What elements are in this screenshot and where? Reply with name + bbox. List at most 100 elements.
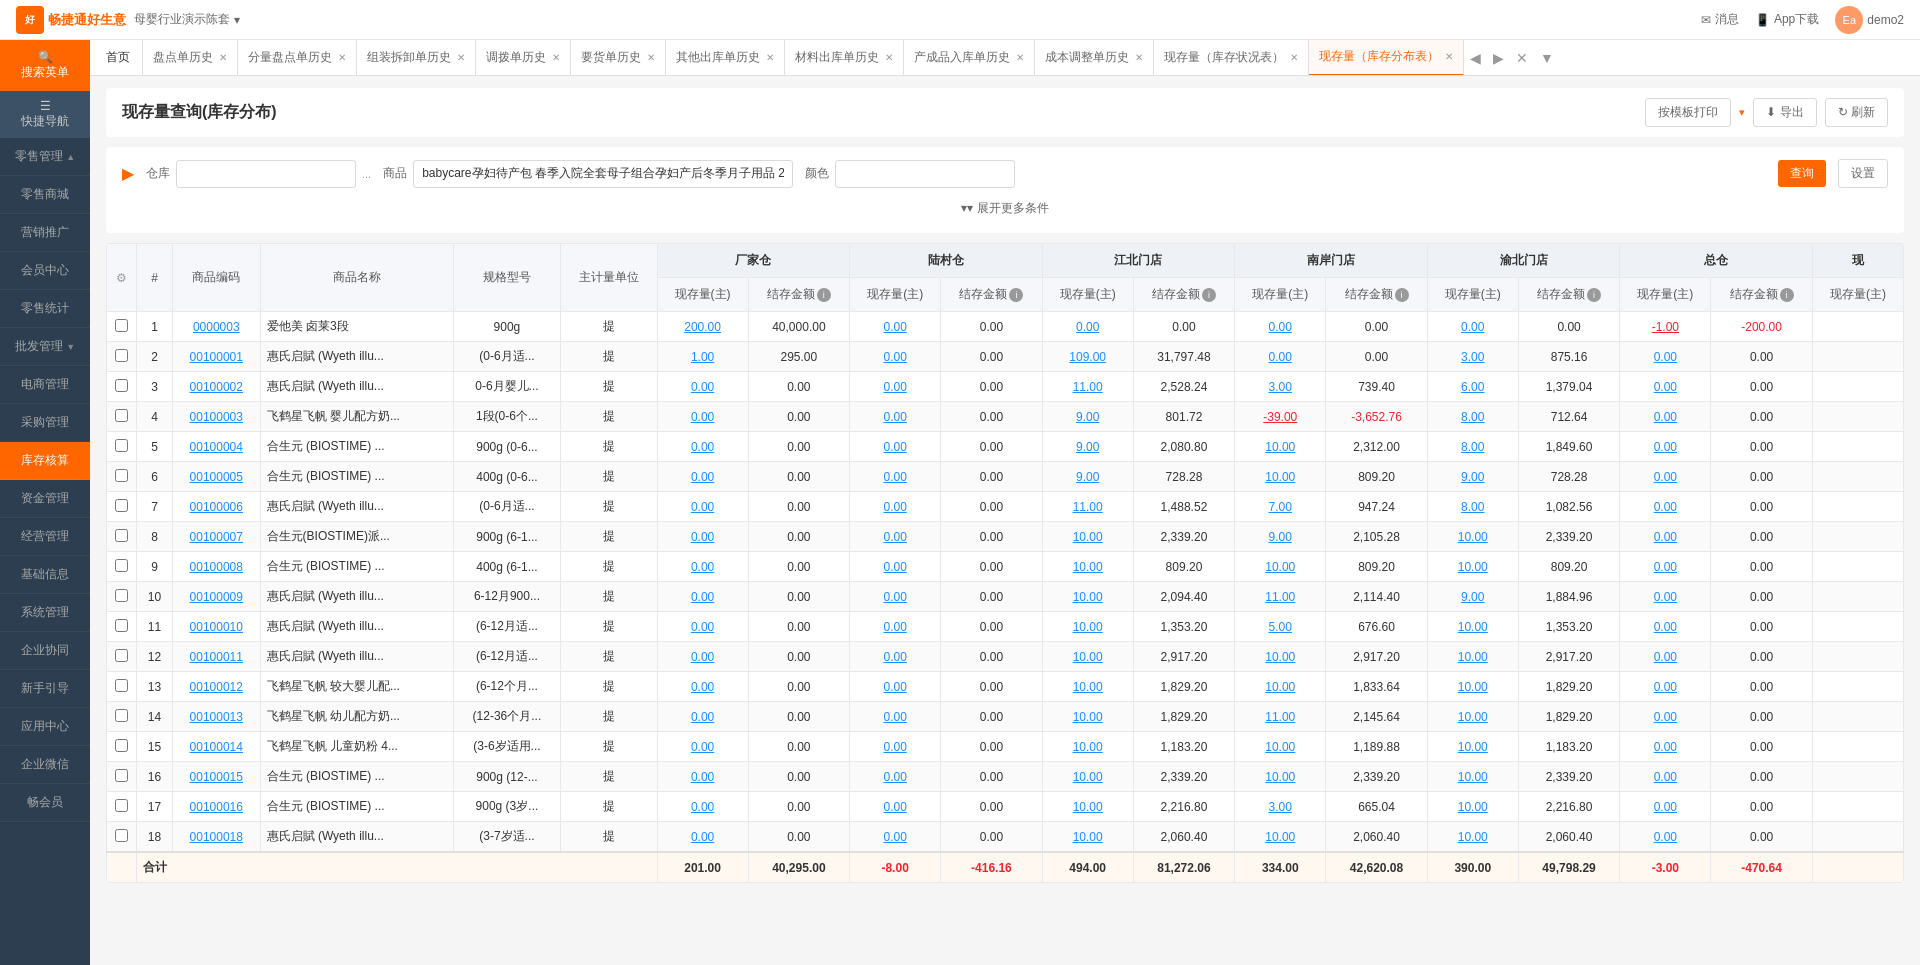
row-wh1-stock[interactable]: 1.00 xyxy=(657,342,748,372)
row-total-stock[interactable]: 0.00 xyxy=(1620,432,1711,462)
row-wh4-stock[interactable]: 10.00 xyxy=(1235,552,1326,582)
row-wh5-stock[interactable]: 10.00 xyxy=(1427,732,1518,762)
row-wh3-stock[interactable]: 10.00 xyxy=(1042,702,1133,732)
sidebar-item-collab[interactable]: 企业协同 xyxy=(0,632,90,670)
row-wh2-stock[interactable]: 0.00 xyxy=(850,552,941,582)
row-wh4-stock[interactable]: 5.00 xyxy=(1235,612,1326,642)
row-check[interactable] xyxy=(107,792,137,822)
row-check[interactable] xyxy=(107,522,137,552)
row-wh2-stock[interactable]: 0.00 xyxy=(850,522,941,552)
row-total-stock[interactable]: 0.00 xyxy=(1620,462,1711,492)
row-total-stock[interactable]: 0.00 xyxy=(1620,582,1711,612)
row-wh1-stock[interactable]: 0.00 xyxy=(657,732,748,762)
row-code[interactable]: 00100012 xyxy=(173,672,261,702)
row-wh2-stock[interactable]: 0.00 xyxy=(850,702,941,732)
row-code[interactable]: 00100004 xyxy=(173,432,261,462)
row-wh4-stock[interactable]: 3.00 xyxy=(1235,372,1326,402)
info-icon[interactable]: i xyxy=(1202,288,1216,302)
row-wh5-stock[interactable]: 0.00 xyxy=(1427,312,1518,342)
row-wh3-stock[interactable]: 10.00 xyxy=(1042,582,1133,612)
tab-other-out[interactable]: 其他出库单历史 ✕ xyxy=(666,40,785,76)
print-dropdown-icon[interactable]: ▾ xyxy=(1739,106,1745,119)
expand-more-btn[interactable]: ▾▾ 展开更多条件 xyxy=(122,196,1888,221)
tab-prev-btn[interactable]: ◀ xyxy=(1464,50,1487,66)
row-wh2-stock[interactable]: 0.00 xyxy=(850,732,941,762)
tab-stock-history[interactable]: 盘点单历史 ✕ xyxy=(143,40,238,76)
info-icon[interactable]: i xyxy=(1587,288,1601,302)
row-check[interactable] xyxy=(107,702,137,732)
row-wh1-stock[interactable]: 0.00 xyxy=(657,792,748,822)
close-icon[interactable]: ✕ xyxy=(457,52,465,63)
row-total-stock[interactable]: 0.00 xyxy=(1620,672,1711,702)
row-wh2-stock[interactable]: 0.00 xyxy=(850,492,941,522)
row-total-stock[interactable]: 0.00 xyxy=(1620,492,1711,522)
row-wh3-stock[interactable]: 9.00 xyxy=(1042,462,1133,492)
row-wh5-stock[interactable]: 10.00 xyxy=(1427,672,1518,702)
row-wh2-stock[interactable]: 0.00 xyxy=(850,672,941,702)
row-wh4-stock[interactable]: 10.00 xyxy=(1235,822,1326,853)
row-wh2-stock[interactable]: 0.00 xyxy=(850,582,941,612)
tab-stock-status[interactable]: 现存量（库存状况表） ✕ xyxy=(1154,40,1309,76)
row-check[interactable] xyxy=(107,732,137,762)
row-wh5-stock[interactable]: 10.00 xyxy=(1427,522,1518,552)
row-check[interactable] xyxy=(107,672,137,702)
row-wh1-stock[interactable]: 0.00 xyxy=(657,582,748,612)
row-check[interactable] xyxy=(107,342,137,372)
info-icon[interactable]: i xyxy=(1395,288,1409,302)
row-wh3-stock[interactable]: 9.00 xyxy=(1042,432,1133,462)
row-wh5-stock[interactable]: 10.00 xyxy=(1427,642,1518,672)
row-check[interactable] xyxy=(107,762,137,792)
row-check[interactable] xyxy=(107,372,137,402)
row-check[interactable] xyxy=(107,432,137,462)
row-code[interactable]: 00100001 xyxy=(173,342,261,372)
sidebar-item-operations[interactable]: 经营管理 xyxy=(0,518,90,556)
tab-stock-dist[interactable]: 现存量（库存分布表） ✕ xyxy=(1309,40,1464,76)
close-icon[interactable]: ✕ xyxy=(552,52,560,63)
row-wh1-stock[interactable]: 0.00 xyxy=(657,372,748,402)
row-code[interactable]: 00100018 xyxy=(173,822,261,853)
sidebar-item-wechat[interactable]: 企业微信 xyxy=(0,746,90,784)
row-total-stock[interactable]: 0.00 xyxy=(1620,342,1711,372)
row-wh3-stock[interactable]: 10.00 xyxy=(1042,762,1133,792)
row-code[interactable]: 00100010 xyxy=(173,612,261,642)
row-check[interactable] xyxy=(107,582,137,612)
sidebar-item-finance[interactable]: 资金管理 xyxy=(0,480,90,518)
row-wh3-stock[interactable]: 11.00 xyxy=(1042,492,1133,522)
tab-cost-adjust[interactable]: 成本调整单历史 ✕ xyxy=(1035,40,1154,76)
close-icon[interactable]: ✕ xyxy=(219,52,227,63)
row-wh4-stock[interactable]: 10.00 xyxy=(1235,672,1326,702)
row-wh4-stock[interactable]: 0.00 xyxy=(1235,342,1326,372)
row-total-stock[interactable]: 0.00 xyxy=(1620,612,1711,642)
close-icon[interactable]: ✕ xyxy=(766,52,774,63)
row-wh3-stock[interactable]: 10.00 xyxy=(1042,732,1133,762)
row-wh2-stock[interactable]: 0.00 xyxy=(850,402,941,432)
row-wh4-stock[interactable]: 10.00 xyxy=(1235,432,1326,462)
row-wh4-stock[interactable]: 10.00 xyxy=(1235,732,1326,762)
sidebar-nav[interactable]: ☰ 快捷导航 xyxy=(0,91,90,138)
tab-partial-stock[interactable]: 分量盘点单历史 ✕ xyxy=(238,40,357,76)
row-total-stock[interactable]: 0.00 xyxy=(1620,642,1711,672)
row-code[interactable]: 00100003 xyxy=(173,402,261,432)
row-wh4-stock[interactable]: 3.00 xyxy=(1235,792,1326,822)
row-check[interactable] xyxy=(107,462,137,492)
row-check[interactable] xyxy=(107,612,137,642)
warehouse-input[interactable] xyxy=(176,160,356,188)
tab-order[interactable]: 要货单历史 ✕ xyxy=(571,40,666,76)
row-total-stock[interactable]: 0.00 xyxy=(1620,402,1711,432)
row-wh5-stock[interactable]: 6.00 xyxy=(1427,372,1518,402)
sidebar-item-purchase[interactable]: 采购管理 xyxy=(0,404,90,442)
info-icon[interactable]: i xyxy=(817,288,831,302)
sidebar-item-guide[interactable]: 新手引导 xyxy=(0,670,90,708)
row-wh3-stock[interactable]: 10.00 xyxy=(1042,642,1133,672)
sidebar-item-ecommerce[interactable]: 电商管理 xyxy=(0,366,90,404)
row-wh3-stock[interactable]: 109.00 xyxy=(1042,342,1133,372)
tab-material-out[interactable]: 材料出库单历史 ✕ xyxy=(785,40,904,76)
print-button[interactable]: 按模板打印 xyxy=(1645,98,1731,127)
sidebar-item-member2[interactable]: 畅会员 xyxy=(0,784,90,822)
row-wh4-stock[interactable]: -39.00 xyxy=(1235,402,1326,432)
row-total-stock[interactable]: 0.00 xyxy=(1620,522,1711,552)
row-check[interactable] xyxy=(107,492,137,522)
row-wh4-stock[interactable]: 7.00 xyxy=(1235,492,1326,522)
tab-close-all-btn[interactable]: ✕ xyxy=(1510,50,1534,66)
row-wh5-stock[interactable]: 8.00 xyxy=(1427,432,1518,462)
